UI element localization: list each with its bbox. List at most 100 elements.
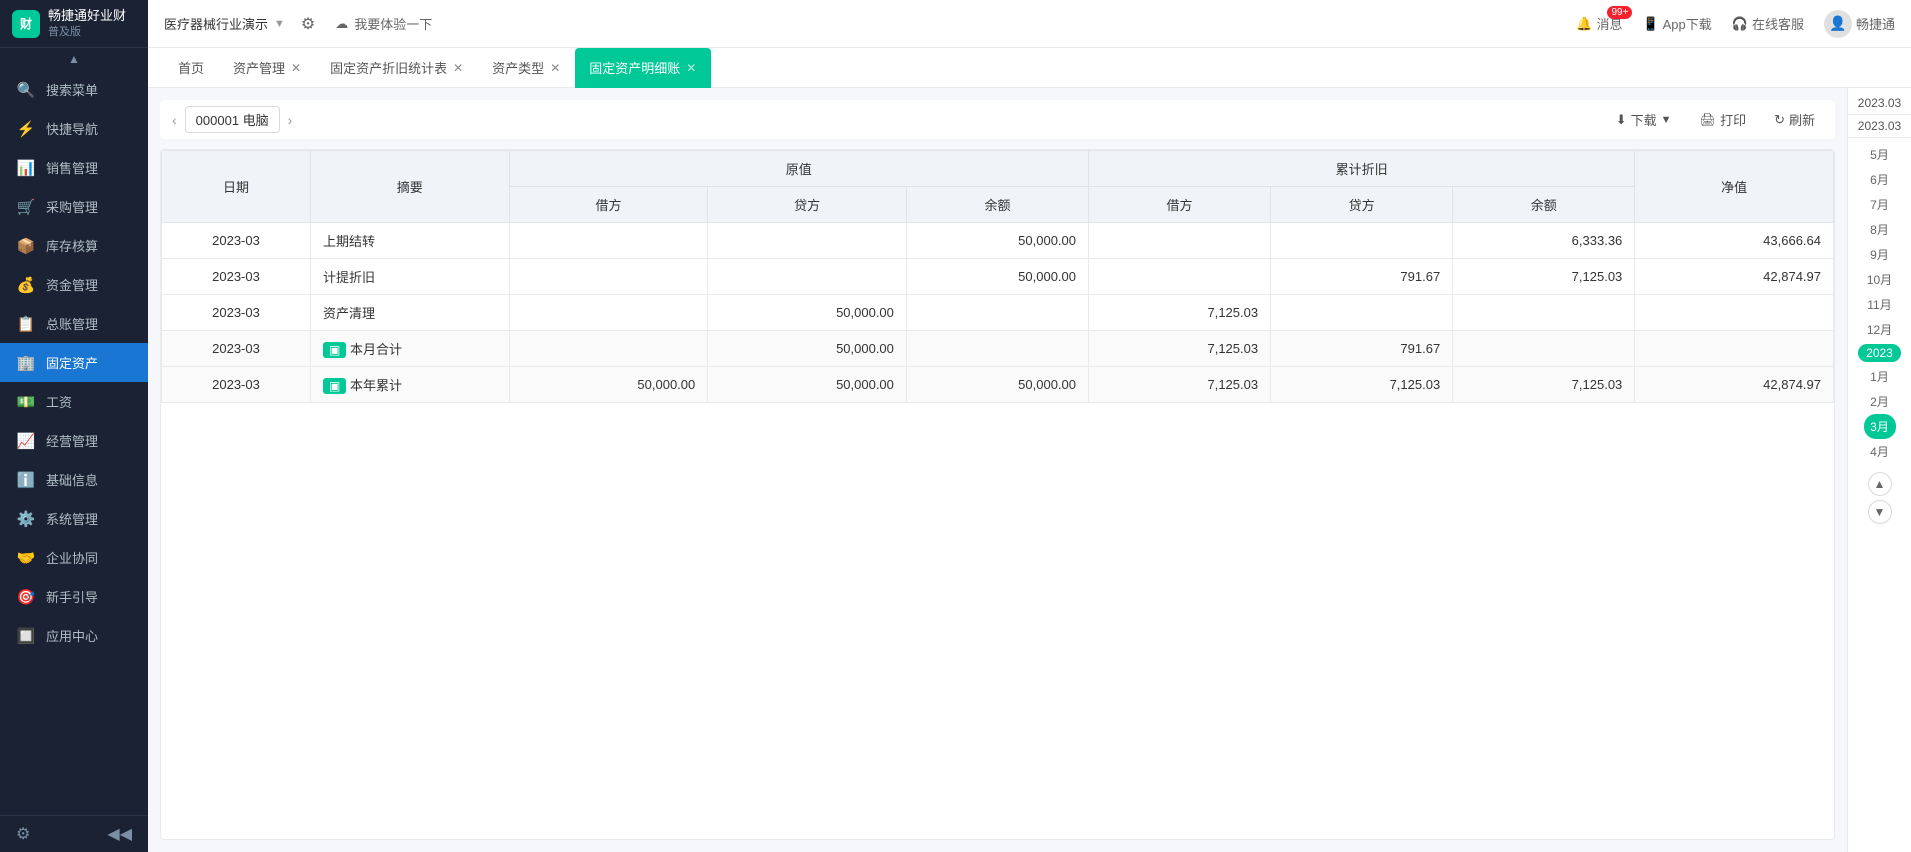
sidebar: 财 畅捷通好业财 普及版 ▲ 🔍 搜索菜单 ⚡ 快捷导航 📊 销售管理 🛒 采购… [0,0,148,852]
sidebar-label-collab: 企业协同 [46,548,98,567]
sub-header: ‹ 000001 电脑 › ⬇ 下载 ▼ 🖨 打印 ↻ [160,100,1835,139]
sidebar-item-sales[interactable]: 📊 销售管理 [0,148,148,187]
tab-close-depreciation-stat[interactable]: ✕ [453,61,463,75]
asset-nav: ‹ 000001 电脑 › [172,106,292,133]
col-accum-debit: 借方 [1089,187,1271,223]
cell-summary: 计提折旧 [310,259,509,295]
sidebar-item-system[interactable]: ⚙️ 系统管理 [0,499,148,538]
cell-orig-balance [906,331,1088,367]
settings-icon[interactable]: ⚙ [301,14,315,34]
sidebar-label-quicknav: 快捷导航 [46,119,98,138]
download-icon: 📱 [1642,16,1658,32]
sidebar-scroll-up[interactable]: ▲ [0,48,148,70]
cell-net [1635,331,1834,367]
summary-badge-icon: ▣ [323,378,346,394]
tab-depreciation-stat[interactable]: 固定资产折旧统计表✕ [316,48,478,88]
timeline-year-2023[interactable]: 2023 [1858,344,1901,362]
sidebar-label-guide: 新手引导 [46,587,98,606]
guide-icon: 🎯 [16,588,36,606]
basic-icon: ℹ️ [16,471,36,489]
sales-icon: 📊 [16,159,36,177]
timeline-up-btn[interactable]: ▲ [1868,472,1892,496]
summary-badge-icon: ▣ [323,342,346,358]
capital-icon: 💰 [16,276,36,294]
timeline-month-7[interactable]: 7月 [1848,192,1911,217]
tab-close-asset-type[interactable]: ✕ [550,61,560,75]
print-btn[interactable]: 🖨 打印 [1692,106,1755,133]
sidebar-item-collab[interactable]: 🤝 企业协同 [0,538,148,577]
tab-asset-detail[interactable]: 固定资产明细账✕ [575,48,711,88]
timeline-month-8[interactable]: 8月 [1848,217,1911,242]
tab-asset-type[interactable]: 资产类型✕ [478,48,575,88]
tab-home[interactable]: 首页 [164,48,219,88]
timeline-month-10[interactable]: 10月 [1848,267,1911,292]
timeline-down-btn[interactable]: ▼ [1868,500,1892,524]
timeline-month-3-active[interactable]: 3月 [1864,414,1896,439]
sidebar-label-capital: 资金管理 [46,275,98,294]
cell-orig-debit [509,223,708,259]
sidebar-item-search[interactable]: 🔍 搜索菜单 [0,70,148,109]
col-summary: 摘要 [310,151,509,223]
refresh-btn[interactable]: ↻ 刷新 [1766,106,1823,133]
cell-accum-credit: 791.67 [1271,331,1453,367]
tab-close-asset-detail[interactable]: ✕ [686,61,696,75]
timeline-month-1[interactable]: 1月 [1848,364,1911,389]
cell-accum-debit: 7,125.03 [1089,367,1271,403]
col-accum-balance: 余额 [1453,187,1635,223]
timeline-month-4[interactable]: 4月 [1848,439,1911,464]
timeline-month-11[interactable]: 11月 [1848,292,1911,317]
tabs-bar: 首页资产管理✕固定资产折旧统计表✕资产类型✕固定资产明细账✕ [148,48,1911,88]
collab-icon: 🤝 [16,549,36,567]
sidebar-item-ledger[interactable]: 📋 总账管理 [0,304,148,343]
timeline-month-12[interactable]: 12月 [1848,317,1911,342]
headset-icon: 🎧 [1732,16,1748,32]
sidebar-item-basic[interactable]: ℹ️ 基础信息 [0,460,148,499]
tab-asset-manage[interactable]: 资产管理✕ [219,48,316,88]
asset-next-btn[interactable]: › [288,112,293,128]
cell-summary: ▣ 本年累计 [310,367,509,403]
timeline-month-5[interactable]: 5月 [1848,142,1911,167]
timeline-month-2[interactable]: 2月 [1848,389,1911,414]
sidebar-item-guide[interactable]: 🎯 新手引导 [0,577,148,616]
sidebar-settings-icon[interactable]: ⚙ [16,824,30,844]
company-arrow-icon: ▼ [274,18,285,30]
timeline-month-9[interactable]: 9月 [1848,242,1911,267]
cell-orig-credit [708,259,907,295]
sidebar-item-fixed-asset[interactable]: 🏢 固定资产 [0,343,148,382]
service-btn[interactable]: 🎧 在线客服 [1732,14,1804,33]
notifications-btn[interactable]: 🔔 消息 99+ [1576,14,1622,33]
sidebar-item-ops[interactable]: 📈 经营管理 [0,421,148,460]
col-date: 日期 [162,151,311,223]
cell-orig-balance: 50,000.00 [906,259,1088,295]
company-selector[interactable]: 医疗器械行业演示 ▼ [164,14,285,33]
tab-label-home: 首页 [178,58,204,77]
asset-code-tag[interactable]: 000001 电脑 [185,106,280,133]
main: 医疗器械行业演示 ▼ ⚙ ☁ 我要体验一下 🔔 消息 99+ 📱 App下载 🎧… [148,0,1911,852]
sidebar-item-purchase[interactable]: 🛒 采购管理 [0,187,148,226]
cell-date: 2023-03 [162,259,311,295]
download-btn[interactable]: 📱 App下载 [1642,14,1711,33]
sidebar-item-capital[interactable]: 💰 资金管理 [0,265,148,304]
cell-orig-debit [509,295,708,331]
col-net: 净值 [1635,151,1834,223]
tab-close-asset-manage[interactable]: ✕ [291,61,301,75]
cell-summary: 资产清理 [310,295,509,331]
experience-btn[interactable]: ☁ 我要体验一下 [335,14,432,33]
sidebar-item-inventory[interactable]: 📦 库存核算 [0,226,148,265]
sidebar-item-quicknav[interactable]: ⚡ 快捷导航 [0,109,148,148]
sidebar-item-payroll[interactable]: 💵 工资 [0,382,148,421]
sidebar-label-fixed-asset: 固定资产 [46,353,98,372]
cell-accum-debit: 7,125.03 [1089,331,1271,367]
timeline-month-6[interactable]: 6月 [1848,167,1911,192]
sidebar-collapse-btn[interactable]: ◀◀ [107,824,132,844]
download-btn[interactable]: ⬇ 下载 ▼ [1608,106,1680,133]
cell-accum-balance: 6,333.36 [1453,223,1635,259]
cell-summary: 上期结转 [310,223,509,259]
sidebar-item-appstore[interactable]: 🔲 应用中心 [0,616,148,655]
table-row: 2023-03 上期结转 50,000.00 6,333.36 43,666.6… [162,223,1834,259]
col-accum: 累计折旧 [1089,151,1635,187]
table-row: 2023-03 计提折旧 50,000.00 791.67 7,125.03 4… [162,259,1834,295]
cell-orig-debit: 50,000.00 [509,367,708,403]
asset-prev-btn[interactable]: ‹ [172,112,177,128]
user-menu[interactable]: 👤 畅捷通 [1824,10,1895,38]
